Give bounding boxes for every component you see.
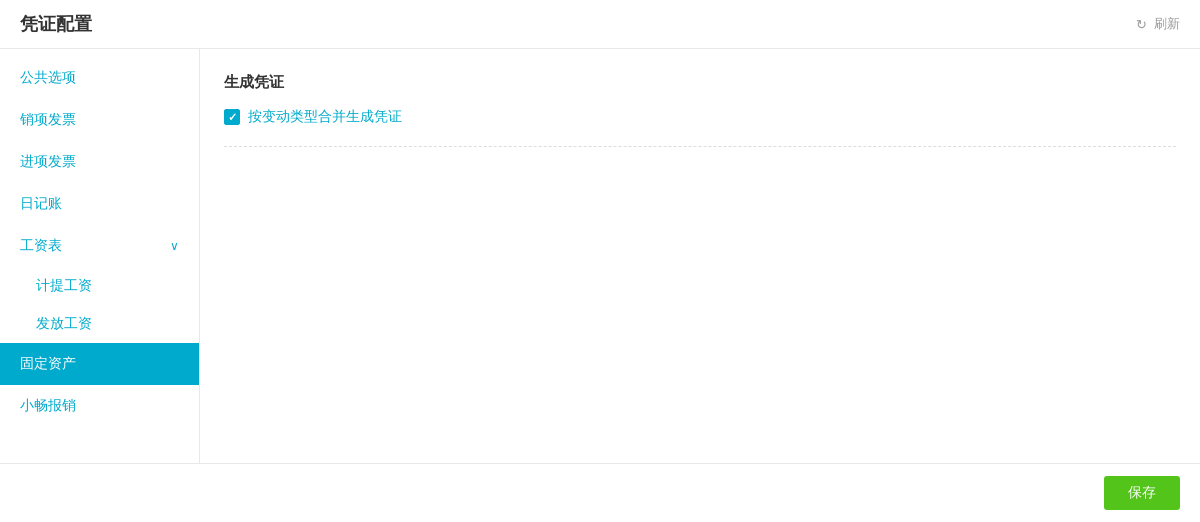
sidebar-item-label: 公共选项 — [20, 69, 76, 87]
refresh-icon: ↻ — [1136, 17, 1150, 31]
header: 凭证配置 ↻ 刷新 — [0, 0, 1200, 49]
sidebar-item-label: 进项发票 — [20, 153, 76, 171]
sidebar-item-payroll[interactable]: 工资表 ∨ — [0, 225, 199, 267]
sidebar: 公共选项 销项发票 进项发票 日记账 工资表 ∨ 计提工资 发放工资 固定资 — [0, 49, 200, 463]
sidebar-item-sales-invoice[interactable]: 销项发票 — [0, 99, 199, 141]
save-button[interactable]: 保存 — [1104, 476, 1180, 510]
sidebar-item-expense-reimburse[interactable]: 小畅报销 — [0, 385, 199, 427]
sidebar-item-label: 工资表 — [20, 237, 62, 255]
checkbox-label[interactable]: 按变动类型合并生成凭证 — [248, 108, 402, 126]
sidebar-item-purchase-invoice[interactable]: 进项发票 — [0, 141, 199, 183]
sidebar-item-label: 销项发票 — [20, 111, 76, 129]
sidebar-item-label: 固定资产 — [20, 355, 76, 373]
sidebar-item-journal[interactable]: 日记账 — [0, 183, 199, 225]
chevron-down-icon: ∨ — [170, 239, 179, 253]
footer: 保存 — [0, 463, 1200, 522]
merge-by-type-checkbox[interactable] — [224, 109, 240, 125]
sidebar-item-label: 日记账 — [20, 195, 62, 213]
sidebar-item-label: 计提工资 — [36, 277, 92, 293]
section-title: 生成凭证 — [224, 73, 1176, 92]
section-divider — [224, 146, 1176, 147]
page-wrapper: 凭证配置 ↻ 刷新 公共选项 销项发票 进项发票 日记账 工资表 ∨ — [0, 0, 1200, 522]
sidebar-item-payroll-accrual[interactable]: 计提工资 — [0, 267, 199, 305]
sidebar-item-label: 小畅报销 — [20, 397, 76, 415]
refresh-label: 刷新 — [1154, 15, 1180, 33]
checkbox-row: 按变动类型合并生成凭证 — [224, 108, 1176, 126]
main-content: 生成凭证 按变动类型合并生成凭证 — [200, 49, 1200, 463]
sidebar-item-payroll-distribute[interactable]: 发放工资 — [0, 305, 199, 343]
page-title: 凭证配置 — [20, 12, 92, 36]
sidebar-item-public-options[interactable]: 公共选项 — [0, 57, 199, 99]
refresh-button[interactable]: ↻ 刷新 — [1136, 15, 1180, 33]
body: 公共选项 销项发票 进项发票 日记账 工资表 ∨ 计提工资 发放工资 固定资 — [0, 49, 1200, 463]
sidebar-item-fixed-assets[interactable]: 固定资产 — [0, 343, 199, 385]
sidebar-item-label: 发放工资 — [36, 315, 92, 331]
